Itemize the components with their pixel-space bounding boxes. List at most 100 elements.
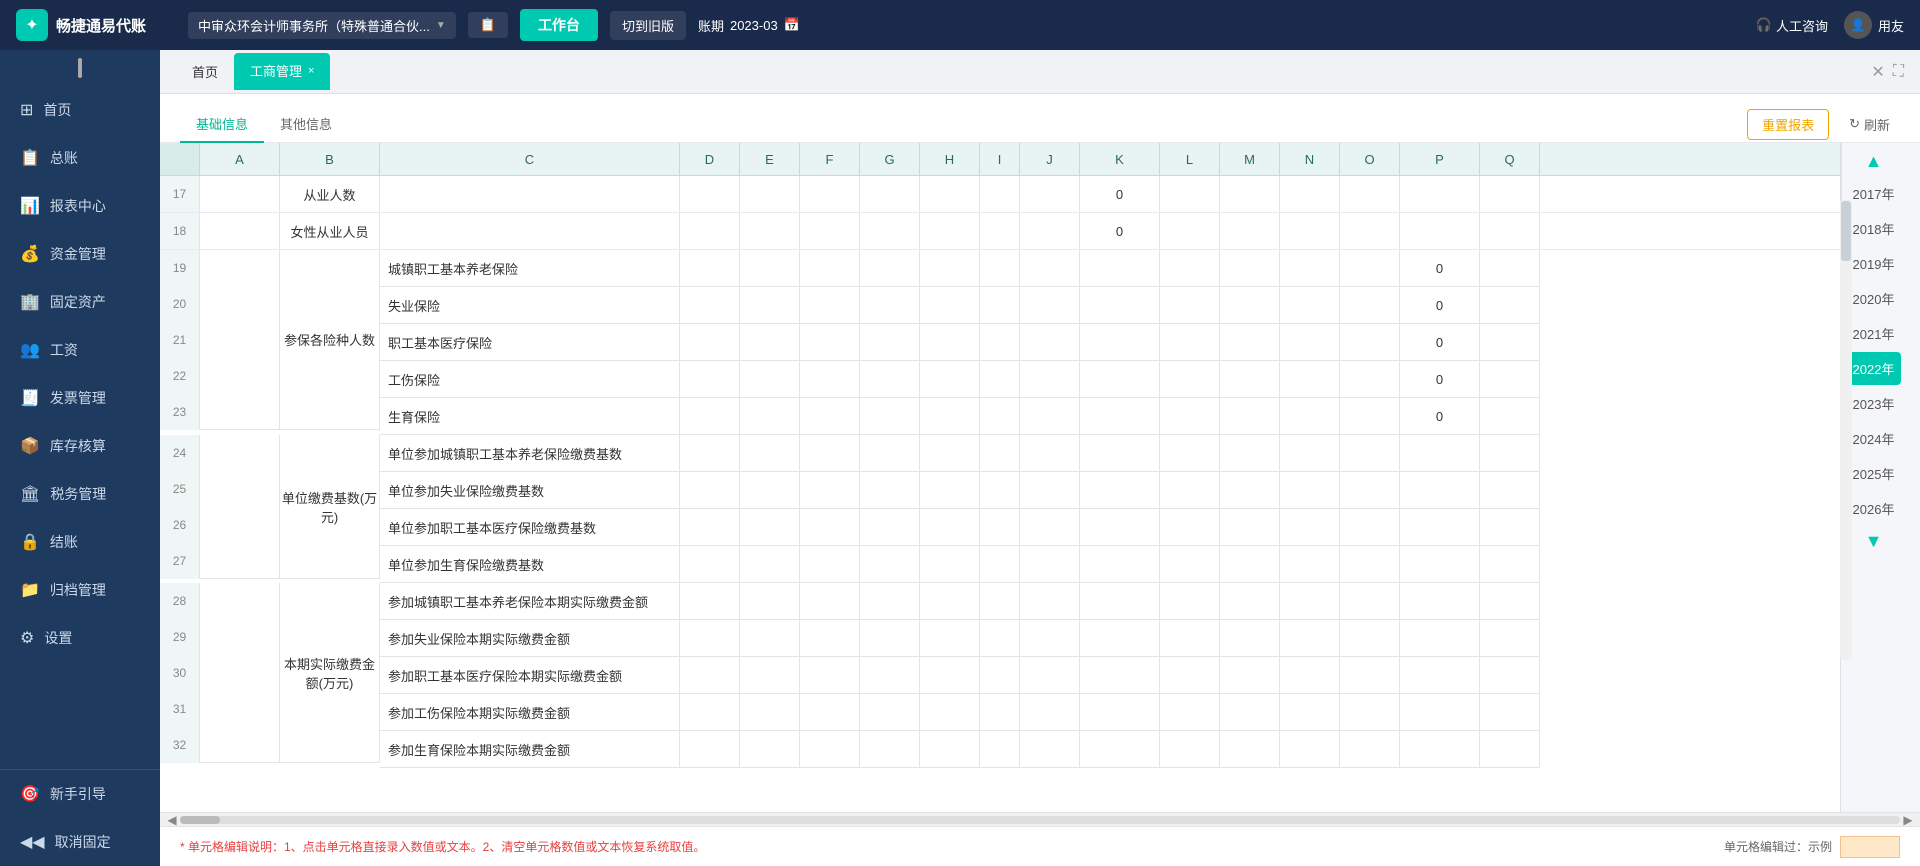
cell-17-e[interactable] <box>740 176 800 212</box>
sidebar-item-ledger[interactable]: 📋 总账 <box>0 134 160 182</box>
cell-20-l[interactable] <box>1160 287 1220 323</box>
year-2020[interactable]: 2020年 <box>1847 282 1901 315</box>
cell-20-c[interactable]: 失业保险 <box>380 287 680 323</box>
cell-19-d[interactable] <box>680 250 740 286</box>
cell-22-c[interactable]: 工伤保险 <box>380 361 680 397</box>
cell-21-i[interactable] <box>980 324 1020 360</box>
cell-23-d[interactable] <box>680 398 740 434</box>
year-scroll-down-button[interactable]: ▼ <box>1847 527 1901 555</box>
cell-20-k[interactable] <box>1080 287 1160 323</box>
cell-20-q[interactable] <box>1480 287 1540 323</box>
cell-19-j[interactable] <box>1020 250 1080 286</box>
cell-17-g[interactable] <box>860 176 920 212</box>
cell-23-g[interactable] <box>860 398 920 434</box>
cell-24-p[interactable] <box>1400 435 1480 471</box>
cell-21-g[interactable] <box>860 324 920 360</box>
sub-tab-other[interactable]: 其他信息 <box>264 106 348 143</box>
cell-18-h[interactable] <box>920 213 980 249</box>
sidebar-item-inventory[interactable]: 📦 库存核算 <box>0 422 160 470</box>
cell-22-k[interactable] <box>1080 361 1160 397</box>
sidebar-item-unpin[interactable]: ◀◀ 取消固定 <box>0 818 160 866</box>
sidebar-item-archive[interactable]: 📁 归档管理 <box>0 566 160 614</box>
cell-23-q[interactable] <box>1480 398 1540 434</box>
cell-19-g[interactable] <box>860 250 920 286</box>
year-2017[interactable]: 2017年 <box>1847 177 1901 210</box>
cell-20-d[interactable] <box>680 287 740 323</box>
cell-23-m[interactable] <box>1220 398 1280 434</box>
cell-20-i[interactable] <box>980 287 1020 323</box>
cell-19-i[interactable] <box>980 250 1020 286</box>
sidebar-item-newbie[interactable]: 🎯 新手引导 <box>0 770 160 818</box>
year-2021[interactable]: 2021年 <box>1847 317 1901 350</box>
cell-24-c[interactable]: 单位参加城镇职工基本养老保险缴费基数 <box>380 435 680 471</box>
cell-23-n[interactable] <box>1280 398 1340 434</box>
sidebar-item-settings[interactable]: ⚙ 设置 <box>0 614 160 662</box>
cell-22-e[interactable] <box>740 361 800 397</box>
cell-22-q[interactable] <box>1480 361 1540 397</box>
cell-28-c[interactable]: 参加城镇职工基本养老保险本期实际缴费金额 <box>380 583 680 619</box>
cell-18-q[interactable] <box>1480 213 1540 249</box>
cell-26-p[interactable] <box>1400 509 1480 545</box>
cell-31-p[interactable] <box>1400 694 1480 730</box>
cell-17-k[interactable]: 0 <box>1080 176 1160 212</box>
cell-20-f[interactable] <box>800 287 860 323</box>
sub-tab-basic[interactable]: 基础信息 <box>180 106 264 143</box>
tab-close-icon[interactable]: × <box>308 65 314 77</box>
cell-19-e[interactable] <box>740 250 800 286</box>
cell-24-27-a[interactable] <box>200 435 280 579</box>
sidebar-item-payroll[interactable]: 👥 工资 <box>0 326 160 374</box>
sidebar-item-tax[interactable]: 🏛 税务管理 <box>0 470 160 518</box>
tab-close-button[interactable]: ✕ <box>1871 62 1884 82</box>
cell-23-i[interactable] <box>980 398 1020 434</box>
cell-20-o[interactable] <box>1340 287 1400 323</box>
sidebar-item-finance[interactable]: 💰 资金管理 <box>0 230 160 278</box>
cell-18-l[interactable] <box>1160 213 1220 249</box>
cell-18-a[interactable] <box>200 213 280 249</box>
cell-21-f[interactable] <box>800 324 860 360</box>
h-scroll-track[interactable] <box>180 816 1900 824</box>
cell-23-e[interactable] <box>740 398 800 434</box>
cell-18-n[interactable] <box>1280 213 1340 249</box>
cell-23-h[interactable] <box>920 398 980 434</box>
v-scrollbar[interactable] <box>1840 200 1852 660</box>
cell-19-23-b[interactable]: 参保各险种人数 <box>280 250 380 430</box>
cell-20-g[interactable] <box>860 287 920 323</box>
cell-23-j[interactable] <box>1020 398 1080 434</box>
reset-report-button[interactable]: 重置报表 <box>1747 109 1829 140</box>
cell-30-c[interactable]: 参加职工基本医疗保险本期实际缴费金额 <box>380 657 680 693</box>
cell-22-m[interactable] <box>1220 361 1280 397</box>
cell-32-c[interactable]: 参加生育保险本期实际缴费金额 <box>380 731 680 767</box>
cell-18-d[interactable] <box>680 213 740 249</box>
cell-22-l[interactable] <box>1160 361 1220 397</box>
cell-20-h[interactable] <box>920 287 980 323</box>
cell-17-l[interactable] <box>1160 176 1220 212</box>
cell-19-l[interactable] <box>1160 250 1220 286</box>
cell-19-o[interactable] <box>1340 250 1400 286</box>
cell-18-g[interactable] <box>860 213 920 249</box>
year-scroll-up-button[interactable]: ▲ <box>1847 147 1901 175</box>
cell-17-i[interactable] <box>980 176 1020 212</box>
cell-17-j[interactable] <box>1020 176 1080 212</box>
cell-20-m[interactable] <box>1220 287 1280 323</box>
cell-18-o[interactable] <box>1340 213 1400 249</box>
cell-17-n[interactable] <box>1280 176 1340 212</box>
cell-21-d[interactable] <box>680 324 740 360</box>
cell-21-o[interactable] <box>1340 324 1400 360</box>
cell-24-27-b[interactable]: 单位缴费基数(万元) <box>280 435 380 579</box>
cell-21-q[interactable] <box>1480 324 1540 360</box>
cell-21-h[interactable] <box>920 324 980 360</box>
cell-17-d[interactable] <box>680 176 740 212</box>
sidebar-item-home[interactable]: ⊞ 首页 <box>0 86 160 134</box>
cell-29-p[interactable] <box>1400 620 1480 656</box>
cell-30-p[interactable] <box>1400 657 1480 693</box>
cell-19-k[interactable] <box>1080 250 1160 286</box>
cell-19-c[interactable]: 城镇职工基本养老保险 <box>380 250 680 286</box>
cell-21-j[interactable] <box>1020 324 1080 360</box>
cell-20-p[interactable]: 0 <box>1400 287 1480 323</box>
cell-31-c[interactable]: 参加工伤保险本期实际缴费金额 <box>380 694 680 730</box>
cell-28-32-b[interactable]: 本期实际缴费金额(万元) <box>280 583 380 763</box>
cell-19-h[interactable] <box>920 250 980 286</box>
tab-home[interactable]: 首页 <box>176 54 234 89</box>
cell-22-d[interactable] <box>680 361 740 397</box>
cell-23-k[interactable] <box>1080 398 1160 434</box>
